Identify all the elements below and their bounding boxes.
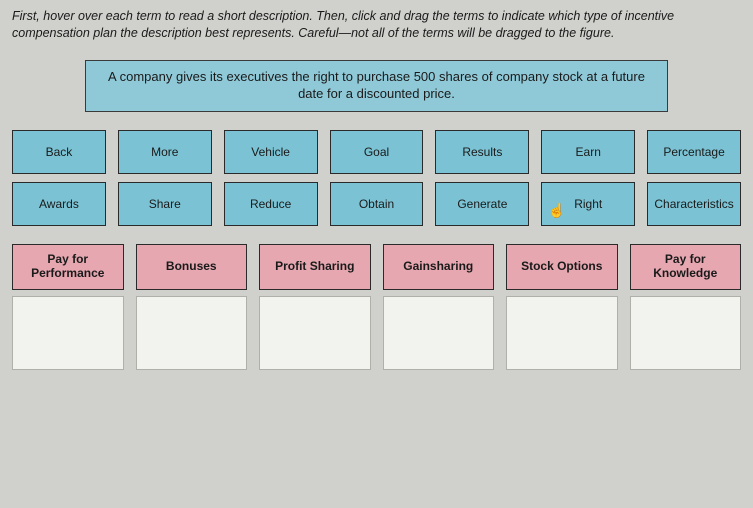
- term-label: Vehicle: [251, 145, 290, 159]
- prompt-box: A company gives its executives the right…: [85, 60, 668, 112]
- category-gainsharing: Gainsharing: [383, 244, 495, 290]
- term-label: Back: [46, 145, 73, 159]
- term-vehicle[interactable]: Vehicle: [224, 130, 318, 174]
- term-label: More: [151, 145, 178, 159]
- term-right[interactable]: ☝ Right: [541, 182, 635, 226]
- category-bonuses: Bonuses: [136, 244, 248, 290]
- dropzone-stock-options[interactable]: [506, 296, 618, 370]
- term-label: Results: [462, 145, 502, 159]
- term-label: Obtain: [359, 197, 394, 211]
- term-characteristics[interactable]: Characteristics: [647, 182, 741, 226]
- term-label: Share: [149, 197, 181, 211]
- term-obtain[interactable]: Obtain: [330, 182, 424, 226]
- term-label: Earn: [576, 145, 601, 159]
- dropzone-gainsharing[interactable]: [383, 296, 495, 370]
- term-generate[interactable]: Generate: [435, 182, 529, 226]
- term-more[interactable]: More: [118, 130, 212, 174]
- term-label: Characteristics: [654, 197, 733, 211]
- term-label: Generate: [457, 197, 507, 211]
- term-label: Reduce: [250, 197, 291, 211]
- category-pay-for-knowledge: Pay for Knowledge: [630, 244, 742, 290]
- category-profit-sharing: Profit Sharing: [259, 244, 371, 290]
- term-goal[interactable]: Goal: [330, 130, 424, 174]
- dropzone-profit-sharing[interactable]: [259, 296, 371, 370]
- term-reduce[interactable]: Reduce: [224, 182, 318, 226]
- category-pay-for-performance: Pay for Performance: [12, 244, 124, 290]
- term-results[interactable]: Results: [435, 130, 529, 174]
- term-label: Goal: [364, 145, 389, 159]
- dropzone-pay-for-performance[interactable]: [12, 296, 124, 370]
- term-label: Right: [574, 197, 602, 211]
- term-label: Percentage: [663, 145, 724, 159]
- instructions-text: First, hover over each term to read a sh…: [12, 8, 741, 42]
- dropzone-pay-for-knowledge[interactable]: [630, 296, 742, 370]
- cursor-icon: ☝: [548, 202, 565, 219]
- term-label: Awards: [39, 197, 79, 211]
- term-back[interactable]: Back: [12, 130, 106, 174]
- term-share[interactable]: Share: [118, 182, 212, 226]
- dropzone-bonuses[interactable]: [136, 296, 248, 370]
- term-percentage[interactable]: Percentage: [647, 130, 741, 174]
- category-stock-options: Stock Options: [506, 244, 618, 290]
- term-awards[interactable]: Awards: [12, 182, 106, 226]
- term-earn[interactable]: Earn: [541, 130, 635, 174]
